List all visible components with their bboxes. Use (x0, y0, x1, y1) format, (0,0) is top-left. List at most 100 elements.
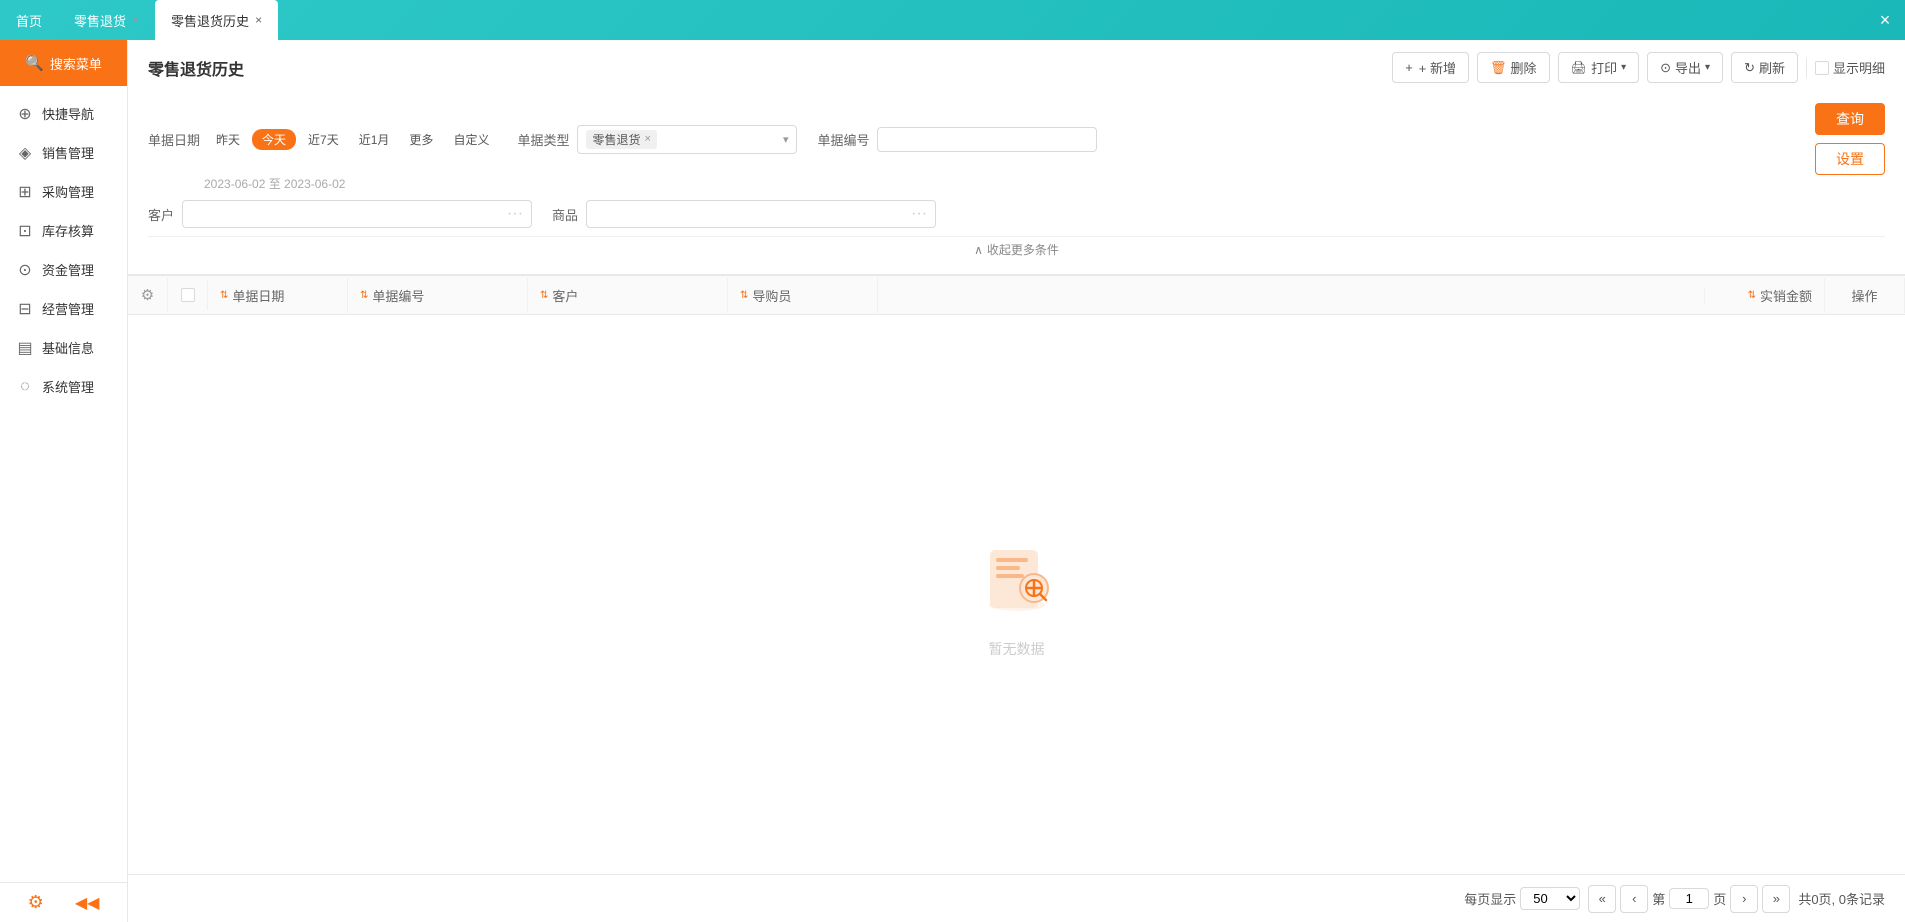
add-button[interactable]: + + 新增 (1392, 52, 1469, 83)
th-amount[interactable]: ⇅ 实销金额 (1705, 278, 1825, 313)
export-chevron-icon: ▾ (1705, 62, 1710, 73)
th-bill-date-sort-icon: ⇅ (220, 290, 228, 301)
search-icon: 🔍 (25, 54, 44, 72)
filter-row-2: 客户 ··· 商品 ··· (148, 192, 1885, 236)
goods-input[interactable]: ··· (586, 200, 936, 228)
date-shortcuts: 昨天 今天 近7天 近1月 更多 自定义 (208, 129, 497, 150)
page-header: 零售退货历史 + + 新增 🗑 删除 🖨 打印 ▾ (128, 40, 1905, 275)
th-settings[interactable]: ⚙ (128, 278, 168, 312)
tab-retail-return-history[interactable]: 零售退货历史 × (155, 0, 278, 40)
sidebar-item-label: 经营管理 (42, 299, 94, 318)
page-size-select[interactable]: 50 10 20 100 (1520, 887, 1580, 910)
sidebar-settings-icon[interactable]: ⚙ (28, 892, 44, 913)
th-checkbox[interactable] (168, 280, 208, 310)
sidebar-item-label: 基础信息 (42, 338, 94, 357)
th-bill-date-label: 单据日期 (232, 286, 284, 305)
sidebar-search-label: 搜索菜单 (50, 54, 102, 73)
sidebar-item-inventory[interactable]: ⊡ 库存核算 (0, 211, 127, 250)
query-buttons: 查询 设置 (1815, 103, 1885, 175)
tab-retail-return-close[interactable]: × (132, 13, 139, 27)
th-customer[interactable]: ⇅ 客户 (528, 278, 728, 313)
th-customer-sort-icon: ⇅ (540, 290, 548, 301)
operations-icon: ⊟ (16, 300, 34, 318)
collapse-button[interactable]: ∧ 收起更多条件 (148, 236, 1885, 262)
date-shortcut-custom[interactable]: 自定义 (445, 129, 497, 150)
sidebar-item-system[interactable]: ◌ 系统管理 (0, 367, 127, 406)
table-container: ⚙ ⇅ 单据日期 ⇅ 单据编号 ⇅ 客户 ⇅ (128, 275, 1905, 874)
setting-button[interactable]: 设置 (1815, 143, 1885, 175)
date-shortcut-yesterday[interactable]: 昨天 (208, 129, 248, 150)
th-bill-no-label: 单据编号 (372, 286, 424, 305)
query-button[interactable]: 查询 (1815, 103, 1885, 135)
tab-retail-return-history-label: 零售退货历史 (171, 11, 249, 30)
empty-icon (972, 530, 1062, 623)
sidebar-item-label: 快捷导航 (42, 104, 94, 123)
th-guide-label: 导购员 (752, 286, 791, 305)
display-detail-checkbox[interactable] (1815, 61, 1829, 75)
sidebar-bottom: ⚙ ◀◀ (0, 882, 127, 922)
sidebar-item-label: 系统管理 (42, 377, 94, 396)
sidebar-search-button[interactable]: 🔍 搜索菜单 (0, 40, 127, 86)
bill-type-select[interactable]: 零售退货 × ▾ (577, 125, 797, 154)
print-button[interactable]: 🖨 打印 ▾ (1558, 52, 1640, 83)
date-filter-label: 单据日期 (148, 130, 200, 149)
filter-row-1: 单据日期 昨天 今天 近7天 近1月 更多 自定义 单据类型 (148, 95, 1885, 183)
th-bill-date[interactable]: ⇅ 单据日期 (208, 278, 348, 313)
main-layout: 🔍 搜索菜单 ⊕ 快捷导航 ◈ 销售管理 ⊞ 采购管理 ⊡ 库存核算 ⊙ 资金管 (0, 40, 1905, 922)
first-page-button[interactable]: « (1588, 885, 1616, 913)
toolbar-divider (1806, 58, 1807, 78)
select-all-checkbox[interactable] (181, 288, 195, 302)
bill-type-label: 单据类型 (517, 130, 569, 149)
bill-type-tag-close[interactable]: × (644, 133, 650, 145)
date-shortcut-today[interactable]: 今天 (252, 129, 296, 150)
tab-home[interactable]: 首页 (0, 0, 58, 40)
tab-list: 首页 零售退货 × 零售退货历史 × (0, 0, 1865, 40)
customer-filter: 客户 ··· (148, 200, 532, 228)
collapse-icon: ∧ (974, 243, 983, 257)
print-chevron-icon: ▾ (1621, 62, 1626, 73)
date-shortcut-1month[interactable]: 近1月 (351, 129, 398, 150)
window-close-button[interactable]: × (1865, 0, 1905, 40)
date-shortcut-7days[interactable]: 近7天 (300, 129, 347, 150)
bill-type-filter: 单据类型 零售退货 × ▾ (517, 125, 797, 154)
th-bill-no[interactable]: ⇅ 单据编号 (348, 278, 528, 313)
last-page-button[interactable]: » (1762, 885, 1790, 913)
sidebar-item-quick-nav[interactable]: ⊕ 快捷导航 (0, 94, 127, 133)
sidebar-item-finance[interactable]: ⊙ 资金管理 (0, 250, 127, 289)
sidebar-item-label: 库存核算 (42, 221, 94, 240)
prev-page-button[interactable]: ‹ (1620, 885, 1648, 913)
filter-area: 单据日期 昨天 今天 近7天 近1月 更多 自定义 单据类型 (148, 95, 1885, 274)
next-page-button[interactable]: › (1730, 885, 1758, 913)
page-label-prefix: 第 (1652, 889, 1665, 908)
bill-no-input[interactable] (877, 127, 1097, 152)
page-number-input[interactable] (1669, 888, 1709, 909)
sidebar-item-operations[interactable]: ⊟ 经营管理 (0, 289, 127, 328)
refresh-button[interactable]: ↻ 刷新 (1731, 52, 1798, 83)
purchase-icon: ⊞ (16, 183, 34, 201)
sidebar-item-label: 采购管理 (42, 182, 94, 201)
top-bar: 首页 零售退货 × 零售退货历史 × × (0, 0, 1905, 40)
quick-nav-icon: ⊕ (16, 105, 34, 123)
tab-retail-return-history-close[interactable]: × (255, 13, 262, 27)
goods-label: 商品 (552, 205, 578, 224)
settings-gear-icon: ⚙ (141, 286, 154, 304)
sidebar-item-purchase[interactable]: ⊞ 采购管理 (0, 172, 127, 211)
th-guide[interactable]: ⇅ 导购员 (728, 278, 878, 313)
sidebar-item-basic-info[interactable]: ▤ 基础信息 (0, 328, 127, 367)
tab-retail-return[interactable]: 零售退货 × (58, 0, 155, 40)
date-filter: 单据日期 昨天 今天 近7天 近1月 更多 自定义 (148, 129, 497, 150)
delete-button[interactable]: 🗑 删除 (1477, 52, 1550, 83)
display-detail-toggle[interactable]: 显示明细 (1815, 58, 1885, 77)
export-button[interactable]: ⊙ 导出 ▾ (1647, 52, 1723, 83)
date-shortcut-more[interactable]: 更多 (401, 129, 441, 150)
bill-type-tag-label: 零售退货 (592, 131, 640, 148)
delete-icon: 🗑 (1490, 60, 1507, 76)
sidebar-sound-icon[interactable]: ◀◀ (75, 893, 100, 913)
basic-info-icon: ▤ (16, 339, 34, 357)
sidebar-nav: ⊕ 快捷导航 ◈ 销售管理 ⊞ 采购管理 ⊡ 库存核算 ⊙ 资金管理 ⊟ 经营管… (0, 86, 127, 882)
date-range-display: 2023-06-02 至 2023-06-02 (148, 175, 1885, 192)
sidebar-item-sales[interactable]: ◈ 销售管理 (0, 133, 127, 172)
customer-input[interactable]: ··· (182, 200, 532, 228)
th-amount-sort-icon: ⇅ (1748, 290, 1756, 301)
customer-dots-icon: ··· (507, 205, 523, 223)
